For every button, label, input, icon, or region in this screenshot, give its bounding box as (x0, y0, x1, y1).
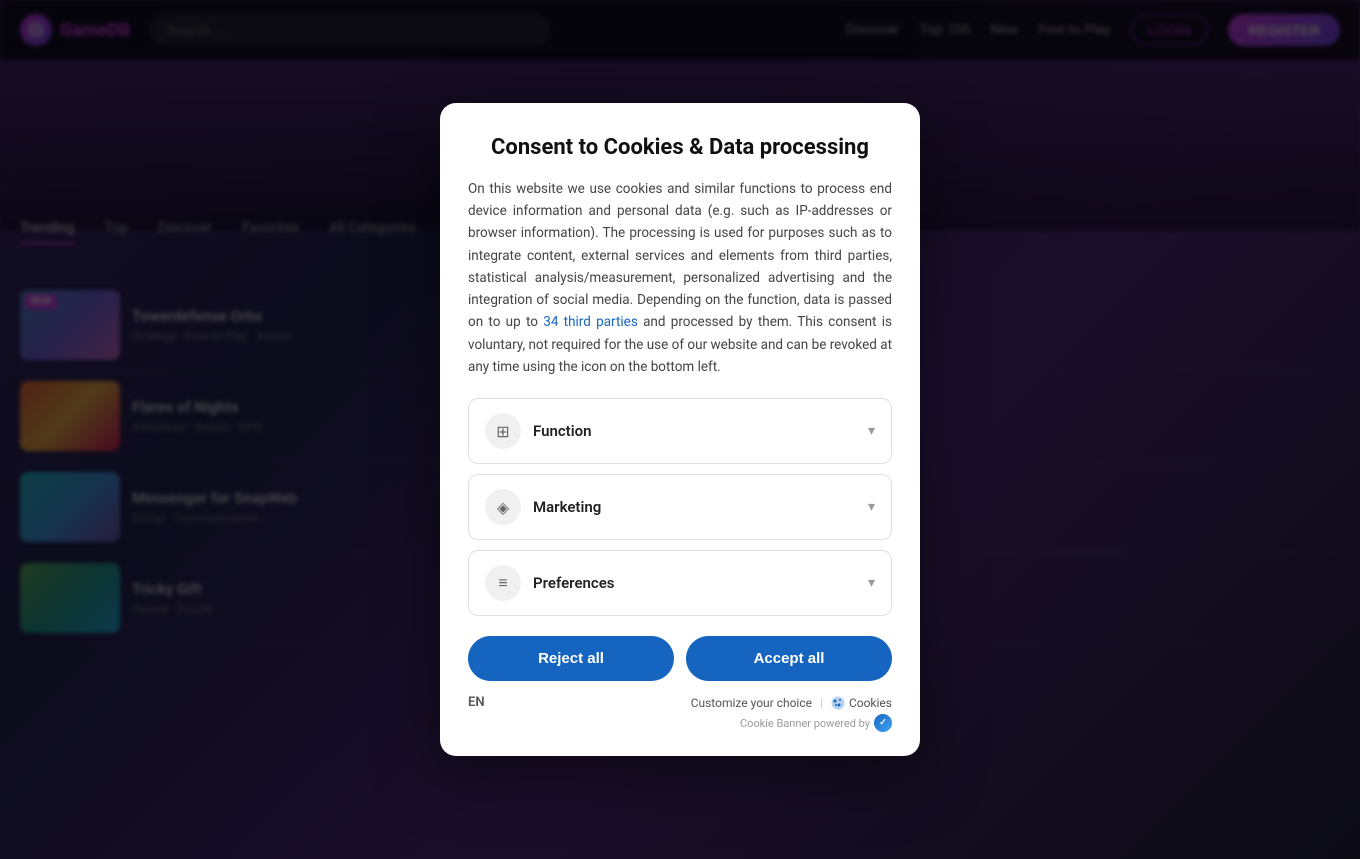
section-left: ⊞ Function (485, 413, 591, 449)
preferences-icon: ≡ (485, 565, 521, 601)
modal-overlay: Consent to Cookies & Data processing On … (0, 0, 1360, 859)
customize-choice-link[interactable]: Customize your choice (691, 696, 812, 710)
section-left: ≡ Preferences (485, 565, 615, 601)
powered-logo: ✓ (874, 714, 892, 732)
third-parties-link[interactable]: 34 third parties (543, 314, 638, 330)
function-icon: ⊞ (485, 413, 521, 449)
powered-by: Cookie Banner powered by ✓ (468, 714, 892, 732)
function-section[interactable]: ⊞ Function ▾ (468, 398, 892, 464)
button-row: Reject all Accept all (468, 636, 892, 681)
chevron-down-icon: ▾ (868, 499, 875, 515)
language-selector[interactable]: EN (468, 695, 485, 710)
accept-all-button[interactable]: Accept all (686, 636, 892, 681)
cookies-link[interactable]: Cookies (831, 696, 892, 710)
preferences-label: Preferences (533, 574, 615, 592)
footer-separator: | (820, 696, 823, 710)
footer-links: Customize your choice | Cookies (691, 696, 892, 710)
chevron-down-icon: ▾ (868, 575, 875, 591)
modal-description: On this website we use cookies and simil… (468, 178, 892, 378)
marketing-section[interactable]: ◈ Marketing ▾ (468, 474, 892, 540)
cookies-icon (831, 696, 845, 710)
modal-footer: EN Customize your choice | Cookies (468, 695, 892, 710)
marketing-icon: ◈ (485, 489, 521, 525)
reject-all-button[interactable]: Reject all (468, 636, 674, 681)
function-label: Function (533, 422, 591, 440)
modal-title: Consent to Cookies & Data processing (468, 135, 892, 160)
section-left: ◈ Marketing (485, 489, 601, 525)
marketing-label: Marketing (533, 498, 601, 516)
consent-modal: Consent to Cookies & Data processing On … (440, 103, 920, 756)
preferences-section[interactable]: ≡ Preferences ▾ (468, 550, 892, 616)
chevron-down-icon: ▾ (868, 423, 875, 439)
